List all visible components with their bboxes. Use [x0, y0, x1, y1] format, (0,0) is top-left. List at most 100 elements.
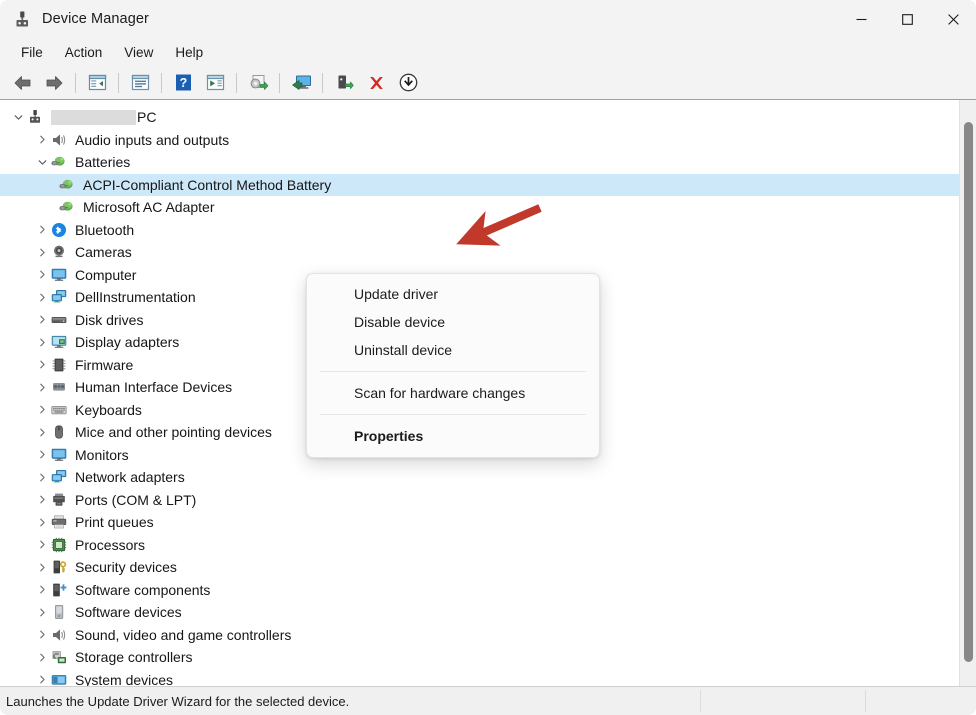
battery-icon — [58, 177, 76, 193]
tree-item-label: Security devices — [75, 559, 177, 576]
scrollbar-thumb[interactable] — [964, 122, 973, 662]
battery-icon — [58, 199, 76, 215]
tree-item-software-devices[interactable]: Software devices — [0, 601, 959, 624]
chevron-right-icon[interactable] — [34, 428, 50, 437]
monitor-icon — [50, 267, 68, 283]
menu-action[interactable]: Action — [54, 42, 114, 63]
tree-item-security-devices[interactable]: Security devices — [0, 556, 959, 579]
tree-item-audio-inputs-and-outputs[interactable]: Audio inputs and outputs — [0, 129, 959, 152]
context-menu-item-disable-device[interactable]: Disable device — [307, 308, 599, 336]
tree-item-system-devices[interactable]: System devices — [0, 669, 959, 686]
menu-file[interactable]: File — [10, 42, 54, 63]
tree-item-print-queues[interactable]: Print queues — [0, 511, 959, 534]
window-controls — [838, 0, 976, 38]
tree-item-pc[interactable]: PC — [0, 106, 959, 129]
context-menu-separator — [320, 371, 586, 372]
tree-item-label: ACPI-Compliant Control Method Battery — [83, 176, 332, 193]
tree-item-network-adapters[interactable]: Network adapters — [0, 466, 959, 489]
speaker-icon — [50, 132, 68, 148]
tree-item-label: Sound, video and game controllers — [75, 626, 292, 643]
chevron-right-icon[interactable] — [34, 630, 50, 639]
chevron-right-icon[interactable] — [34, 675, 50, 684]
chevron-down-icon[interactable] — [10, 113, 26, 122]
chevron-right-icon[interactable] — [34, 248, 50, 257]
chevron-right-icon[interactable] — [34, 653, 50, 662]
status-message: Launches the Update Driver Wizard for th… — [6, 693, 350, 709]
network-icon — [50, 289, 68, 305]
maximize-button[interactable] — [884, 0, 930, 38]
chevron-right-icon[interactable] — [34, 315, 50, 324]
monitor-icon — [50, 447, 68, 463]
tree-item-microsoft-ac-adapter[interactable]: Microsoft AC Adapter — [0, 196, 959, 219]
tree-item-label: Microsoft AC Adapter — [83, 199, 215, 216]
chevron-right-icon[interactable] — [34, 338, 50, 347]
disable-device-icon[interactable] — [328, 69, 360, 97]
menu-help[interactable]: Help — [164, 42, 214, 63]
context-menu-item-properties[interactable]: Properties — [307, 422, 599, 450]
tree-item-storage-controllers[interactable]: Storage controllers — [0, 646, 959, 669]
chevron-right-icon[interactable] — [34, 360, 50, 369]
update-driver-icon[interactable] — [199, 69, 231, 97]
uninstall-device-icon[interactable] — [360, 69, 392, 97]
tree-item-label: Monitors — [75, 446, 129, 463]
tree-item-label: Keyboards — [75, 401, 142, 418]
chevron-right-icon[interactable] — [34, 293, 50, 302]
hid-icon — [50, 379, 68, 395]
scan-for-hardware-changes-icon[interactable] — [242, 69, 274, 97]
chevron-right-icon[interactable] — [34, 405, 50, 414]
tree-item-batteries[interactable]: Batteries — [0, 151, 959, 174]
toolbar-separator — [322, 72, 323, 93]
install-legacy-hardware-icon[interactable] — [392, 69, 424, 97]
disk-drive-icon — [50, 312, 68, 328]
show-hide-console-tree-icon[interactable] — [81, 69, 113, 97]
security-device-icon — [50, 559, 68, 575]
device-manager-icon — [12, 9, 32, 29]
chevron-right-icon[interactable] — [34, 450, 50, 459]
tree-item-ports-com-lpt[interactable]: Ports (COM & LPT) — [0, 489, 959, 512]
chevron-right-icon[interactable] — [34, 540, 50, 549]
tree-item-bluetooth[interactable]: Bluetooth — [0, 219, 959, 242]
chevron-right-icon[interactable] — [34, 383, 50, 392]
tree-item-label: DellInstrumentation — [75, 289, 196, 306]
status-divider — [865, 690, 866, 712]
back-icon[interactable] — [6, 69, 38, 97]
context-menu-item-update-driver[interactable]: Update driver — [307, 280, 599, 308]
chevron-right-icon[interactable] — [34, 495, 50, 504]
tree-item-label: Batteries — [75, 154, 131, 171]
display-view-icon[interactable] — [285, 69, 317, 97]
device-context-menu: Update driver Disable device Uninstall d… — [306, 273, 600, 458]
network-icon — [50, 469, 68, 485]
tree-item-label: Display adapters — [75, 334, 180, 351]
menu-view[interactable]: View — [113, 42, 164, 63]
chevron-right-icon[interactable] — [34, 585, 50, 594]
chevron-right-icon[interactable] — [34, 608, 50, 617]
tree-item-label: Software components — [75, 581, 211, 598]
tree-item-label: Software devices — [75, 604, 182, 621]
tree-item-label: Print queues — [75, 514, 154, 531]
context-menu-item-uninstall-device[interactable]: Uninstall device — [307, 336, 599, 364]
chevron-right-icon[interactable] — [34, 135, 50, 144]
chevron-right-icon[interactable] — [34, 225, 50, 234]
tree-item-acpi-compliant-control-method-battery[interactable]: ACPI-Compliant Control Method Battery — [0, 173, 959, 196]
tree-item-processors[interactable]: Processors — [0, 534, 959, 557]
keyboard-icon — [50, 402, 68, 418]
properties-icon[interactable] — [124, 69, 156, 97]
tree-item-software-components[interactable]: Software components — [0, 579, 959, 602]
tree-item-sound-video-and-game-controllers[interactable]: Sound, video and game controllers — [0, 624, 959, 647]
mouse-icon — [50, 424, 68, 440]
chevron-right-icon[interactable] — [34, 270, 50, 279]
chevron-right-icon[interactable] — [34, 563, 50, 572]
chevron-down-icon[interactable] — [34, 158, 50, 167]
context-menu-item-scan-for-hardware-changes[interactable]: Scan for hardware changes — [307, 379, 599, 407]
tree-item-cameras[interactable]: Cameras — [0, 241, 959, 264]
help-icon[interactable]: ? — [167, 69, 199, 97]
software-device-icon — [50, 604, 68, 620]
minimize-button[interactable] — [838, 0, 884, 38]
forward-icon[interactable] — [38, 69, 70, 97]
camera-icon — [50, 244, 68, 260]
close-button[interactable] — [930, 0, 976, 38]
toolbar-separator — [118, 72, 119, 93]
vertical-scrollbar[interactable] — [959, 100, 976, 686]
chevron-right-icon[interactable] — [34, 473, 50, 482]
chevron-right-icon[interactable] — [34, 518, 50, 527]
